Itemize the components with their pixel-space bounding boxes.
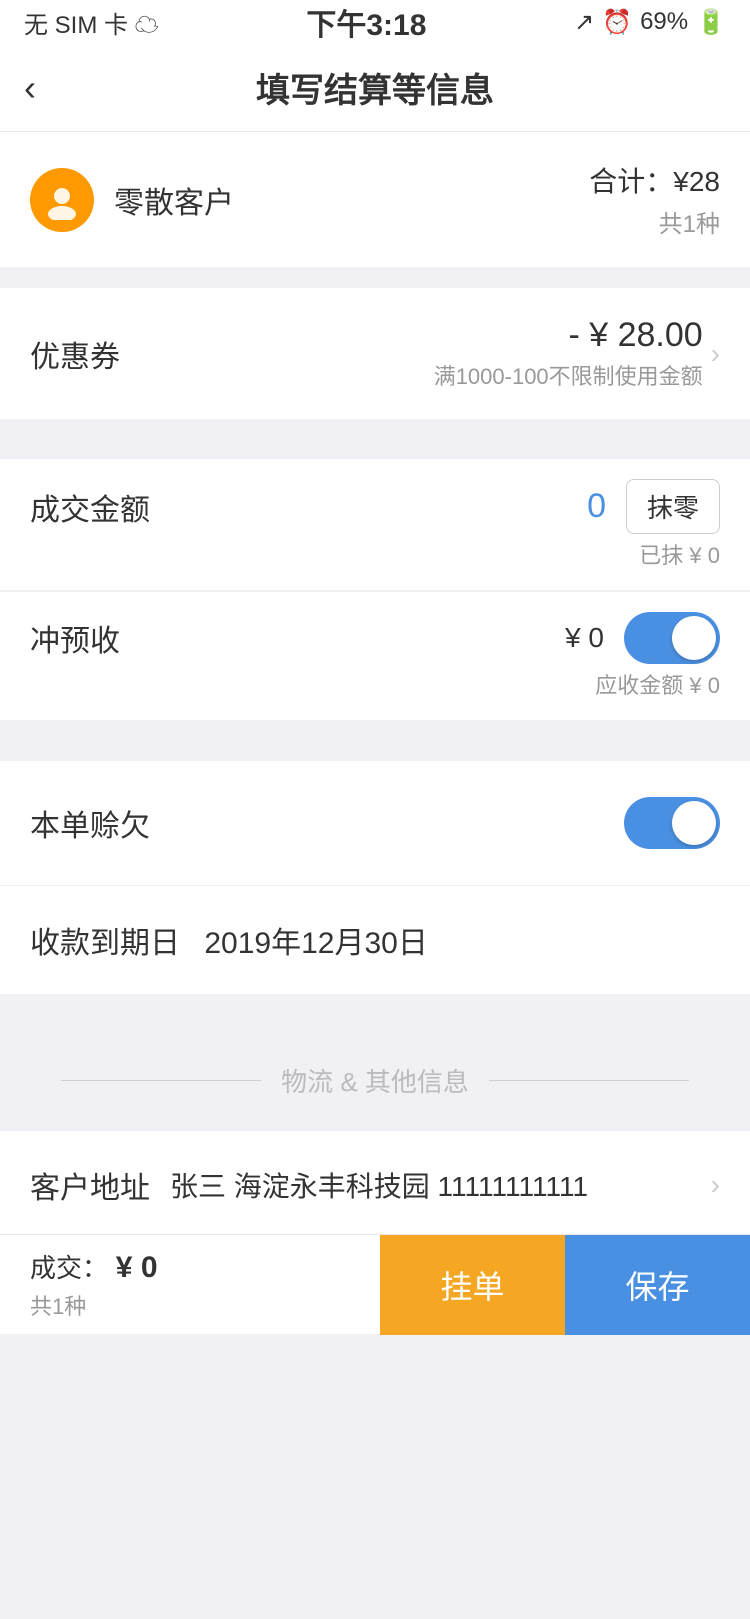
divider-3 (0, 1014, 750, 1034)
advance-sub: 应收金额 ¥ 0 (30, 668, 720, 700)
address-label: 客户地址 (30, 1163, 150, 1207)
pending-button[interactable]: 挂单 (380, 1235, 565, 1335)
coupon-description: 满1000-100不限制使用金额 (434, 359, 703, 391)
advance-amount: ¥ 0 (565, 622, 604, 654)
sim-status: 无 SIM 卡 ☁ (24, 5, 159, 40)
advance-amount-wrap: ¥ 0 (565, 622, 604, 654)
coupon-label: 优惠券 (30, 332, 120, 376)
alarm-icon: ⏰ (602, 8, 632, 37)
transaction-section: 成交金额 0 抹零 已抹 ¥ 0 冲预收 ¥ 0 应收金额 ¥ 0 (0, 459, 750, 721)
address-row[interactable]: 客户地址 张三 海淀永丰科技园 11111111111 › (0, 1131, 750, 1239)
advance-label: 冲预收 (30, 616, 120, 660)
due-date-label: 收款到期日 (30, 927, 180, 960)
logistics-label: 物流 & 其他信息 (281, 1062, 469, 1099)
coupon-amount-wrap: - ¥ 28.00 满1000-100不限制使用金额 (434, 316, 703, 391)
round-zero-button[interactable]: 抹零 (626, 479, 720, 534)
due-date-value: 2019年12月30日 (204, 927, 427, 960)
address-value: 张三 海淀永丰科技园 11111111111 (170, 1165, 711, 1205)
page-title: 填写结算等信息 (256, 63, 494, 112)
customer-count: 共1种 (589, 204, 720, 239)
debit-row: 本单赊欠 (0, 761, 750, 886)
debit-section: 本单赊欠 收款到期日 2019年12月30日 (0, 761, 750, 994)
coupon-right: - ¥ 28.00 满1000-100不限制使用金额 › (434, 316, 720, 391)
divider-1 (0, 439, 750, 459)
transaction-row: 成交金额 0 抹零 已抹 ¥ 0 (0, 459, 750, 591)
transaction-label: 成交金额 (30, 485, 150, 529)
debit-label: 本单赊欠 (30, 801, 150, 845)
bottom-padding (0, 1519, 750, 1619)
advance-top: 冲预收 ¥ 0 (30, 612, 720, 664)
coupon-row[interactable]: 优惠券 - ¥ 28.00 满1000-100不限制使用金额 › (0, 288, 750, 419)
advance-row: 冲预收 ¥ 0 应收金额 ¥ 0 (0, 591, 750, 721)
customer-section: 零散客户 合计：¥28 共1种 (0, 132, 750, 268)
customer-row[interactable]: 零散客户 合计：¥28 共1种 (0, 132, 750, 268)
transaction-right: 0 抹零 (566, 479, 720, 534)
coupon-section: 优惠券 - ¥ 28.00 满1000-100不限制使用金额 › (0, 288, 750, 419)
logistics-divider-line: 物流 & 其他信息 (0, 1062, 750, 1099)
divider-2 (0, 741, 750, 761)
address-chevron-icon: › (711, 1169, 720, 1201)
avatar (30, 168, 94, 232)
address-section: 客户地址 张三 海淀永丰科技园 11111111111 › (0, 1131, 750, 1239)
logistics-section: 物流 & 其他信息 (0, 1034, 750, 1127)
bottom-count: 共1种 (30, 1289, 350, 1321)
due-date-row: 收款到期日 2019年12月30日 (0, 886, 750, 994)
advance-toggle[interactable] (624, 612, 720, 664)
bottom-bar: 成交： ¥ 0 共1种 挂单 保存 (0, 1234, 750, 1334)
customer-name: 零散客户 (114, 178, 234, 222)
back-button[interactable]: ‹ (24, 67, 36, 109)
status-left: 无 SIM 卡 ☁ (24, 5, 159, 40)
bottom-summary: 成交： ¥ 0 共1种 (0, 1248, 380, 1321)
transaction-input[interactable]: 0 (566, 487, 606, 526)
transaction-sub: 已抹 ¥ 0 (30, 538, 720, 570)
status-bar: 无 SIM 卡 ☁ 下午3:18 ↗ ⏰ 69% 🔋 (0, 0, 750, 44)
advance-right: ¥ 0 (565, 612, 720, 664)
customer-amount: 合计：¥28 共1种 (589, 160, 720, 239)
bottom-transaction-row: 成交： ¥ 0 (30, 1248, 350, 1285)
save-button[interactable]: 保存 (565, 1235, 750, 1335)
chevron-right-icon: › (711, 338, 720, 370)
location-icon: ↗ (574, 8, 594, 37)
bottom-transaction-amount: ¥ 0 (116, 1251, 158, 1284)
nav-bar: ‹ 填写结算等信息 (0, 44, 750, 132)
customer-info: 零散客户 (30, 168, 234, 232)
customer-total: 合计：¥28 (589, 160, 720, 200)
debit-toggle[interactable] (624, 797, 720, 849)
bottom-transaction-label: 成交： (30, 1253, 108, 1283)
status-time: 下午3:18 (306, 0, 426, 44)
battery-icon: 🔋 (696, 8, 726, 37)
battery-level: 69% (640, 8, 688, 36)
transaction-top: 成交金额 0 抹零 (30, 479, 720, 534)
status-right: ↗ ⏰ 69% 🔋 (574, 8, 726, 37)
coupon-amount: - ¥ 28.00 (434, 316, 703, 355)
